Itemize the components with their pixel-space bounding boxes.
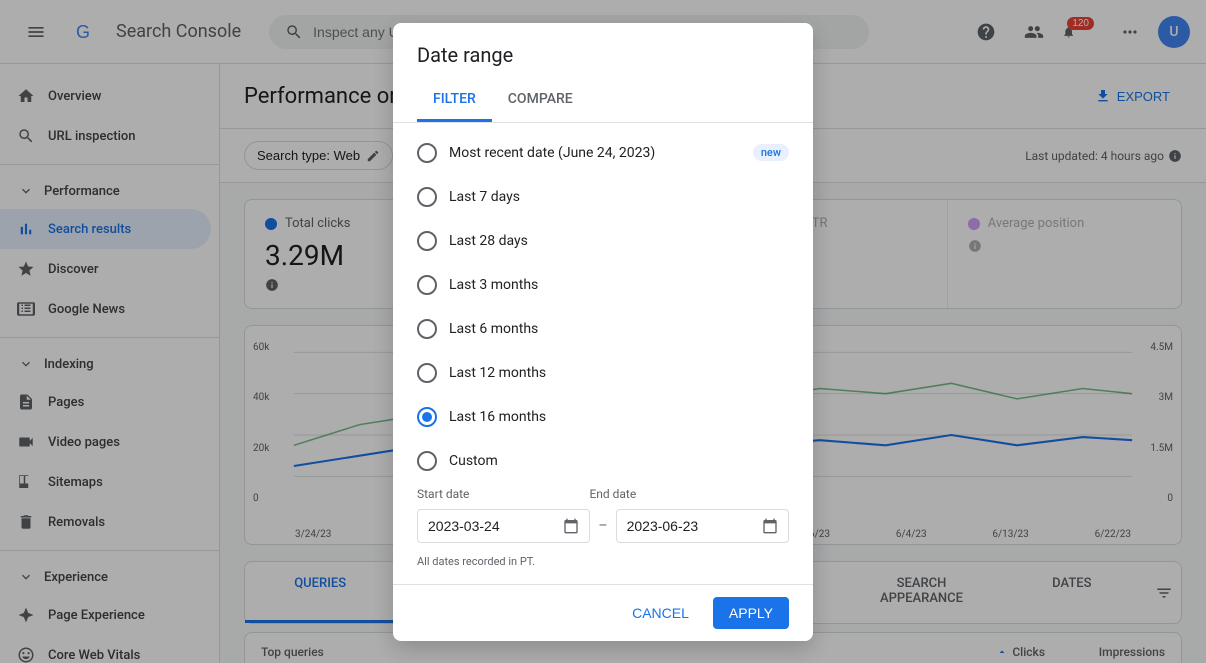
radio-custom (417, 451, 437, 471)
label-last-28: Last 28 days (449, 233, 789, 249)
modal-tabs: FILTER COMPARE (393, 79, 813, 123)
calendar-icon-end[interactable] (762, 518, 778, 534)
option-last-7[interactable]: Last 7 days (417, 175, 789, 219)
option-last-16[interactable]: Last 16 months (417, 395, 789, 439)
start-date-label: Start date (417, 487, 469, 501)
modal-tab-compare[interactable]: COMPARE (492, 79, 589, 122)
start-date-input[interactable] (428, 518, 555, 534)
modal-title: Date range (393, 23, 813, 79)
end-date-label: End date (589, 487, 636, 501)
custom-date-area: Start date End date – (417, 487, 789, 543)
option-last-28[interactable]: Last 28 days (417, 219, 789, 263)
label-last-3: Last 3 months (449, 277, 789, 293)
option-last-3[interactable]: Last 3 months (417, 263, 789, 307)
label-custom: Custom (449, 453, 789, 469)
start-date-wrapper (417, 509, 590, 543)
date-options: Most recent date (June 24, 2023) new Las… (417, 131, 789, 483)
label-most-recent: Most recent date (June 24, 2023) (449, 145, 741, 161)
radio-last-3 (417, 275, 437, 295)
label-last-6: Last 6 months (449, 321, 789, 337)
date-range-modal: Date range FILTER COMPARE Most recent da… (393, 23, 813, 641)
option-custom[interactable]: Custom (417, 439, 789, 483)
label-last-12: Last 12 months (449, 365, 789, 381)
end-date-wrapper (616, 509, 789, 543)
radio-last-28 (417, 231, 437, 251)
calendar-icon-start[interactable] (563, 518, 579, 534)
new-badge: new (753, 144, 789, 161)
modal-footer: CANCEL APPLY (393, 584, 813, 641)
end-date-input[interactable] (627, 518, 754, 534)
option-last-6[interactable]: Last 6 months (417, 307, 789, 351)
radio-last-6 (417, 319, 437, 339)
modal-body: Most recent date (June 24, 2023) new Las… (393, 123, 813, 584)
radio-last-7 (417, 187, 437, 207)
option-last-12[interactable]: Last 12 months (417, 351, 789, 395)
option-most-recent[interactable]: Most recent date (June 24, 2023) new (417, 131, 789, 175)
radio-last-16 (417, 407, 437, 427)
label-last-7: Last 7 days (449, 189, 789, 205)
radio-last-12 (417, 363, 437, 383)
label-last-16: Last 16 months (449, 409, 789, 425)
radio-most-recent (417, 143, 437, 163)
apply-button[interactable]: APPLY (713, 597, 789, 629)
note-text: All dates recorded in PT. (417, 555, 789, 568)
modal-tab-filter[interactable]: FILTER (417, 79, 492, 122)
date-range-inputs: – (417, 509, 789, 543)
modal-overlay[interactable]: Date range FILTER COMPARE Most recent da… (0, 0, 1206, 663)
cancel-button[interactable]: CANCEL (616, 597, 705, 629)
date-separator: – (598, 518, 607, 534)
